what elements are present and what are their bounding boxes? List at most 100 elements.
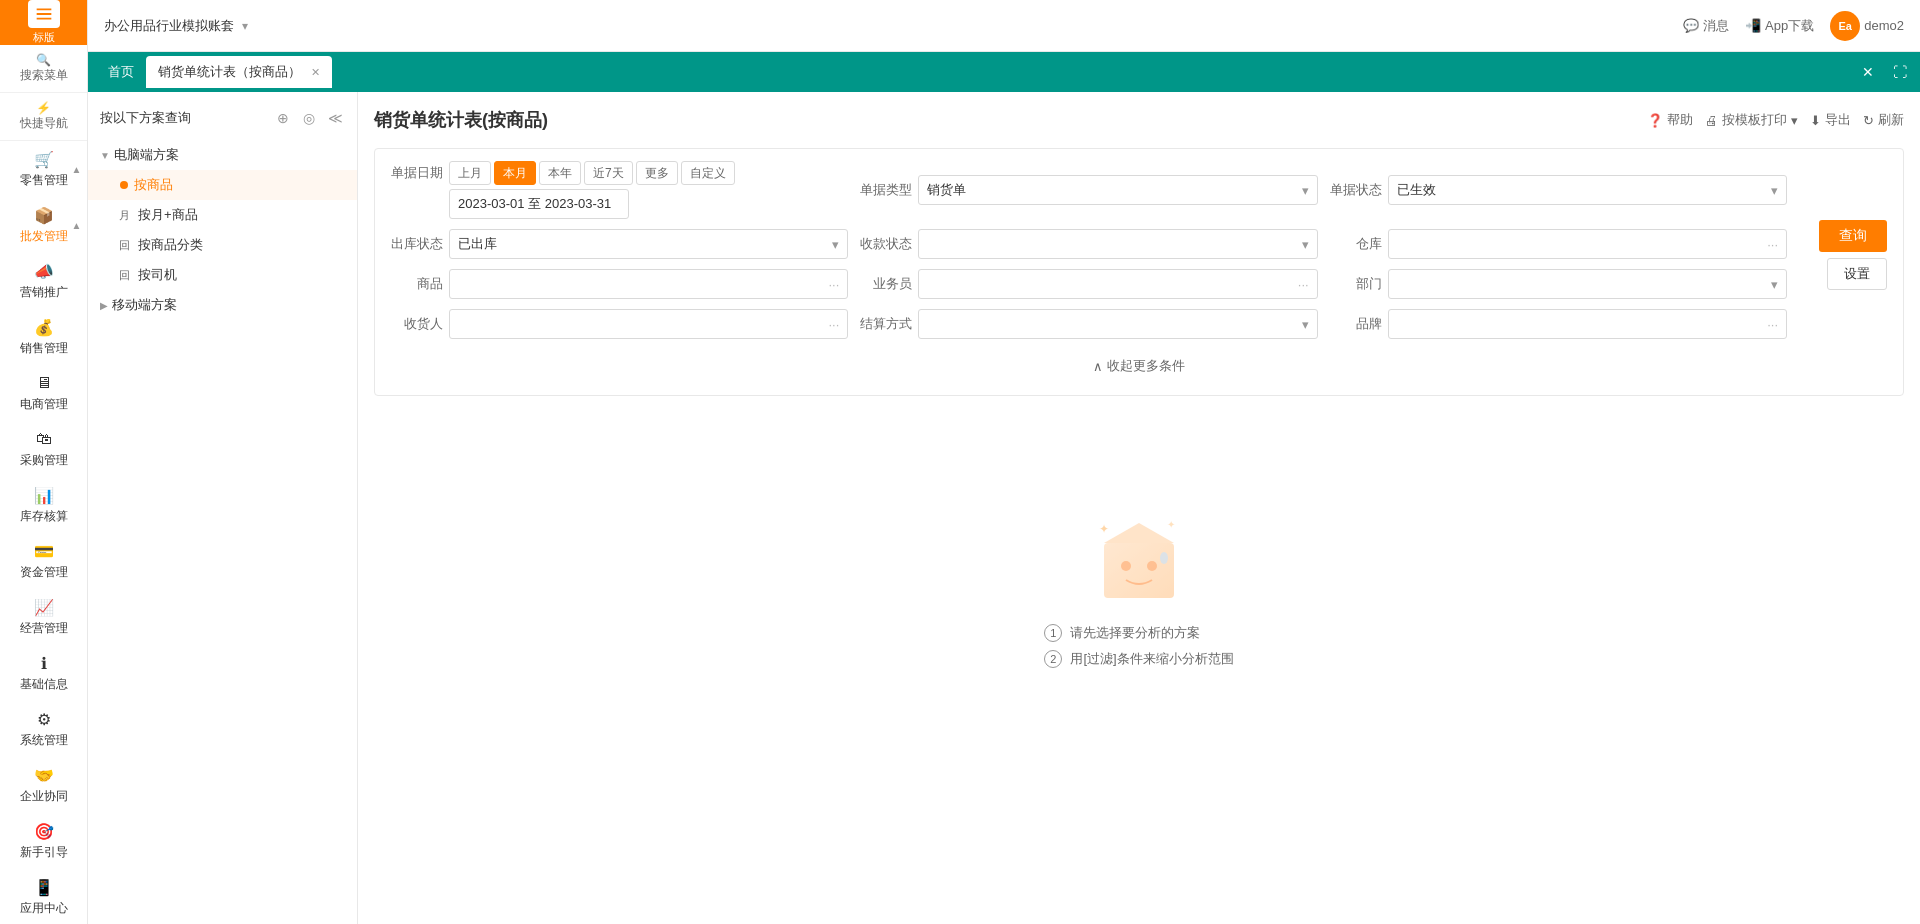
warehouse-label: 仓库 xyxy=(1330,235,1382,253)
tab-controls: ✕ ⛶ xyxy=(1856,60,1912,84)
dept-select[interactable]: ▾ xyxy=(1388,269,1787,299)
tab-bar: 首页 销货单统计表（按商品） ✕ ✕ ⛶ xyxy=(88,52,1920,92)
doc-status-label: 单据状态 xyxy=(1330,181,1382,199)
empty-state-icon: ✦ ✦ xyxy=(1079,488,1199,608)
sidebar-item-operations[interactable]: 📈 经营管理 xyxy=(0,589,88,645)
receipt-status-label: 收款状态 xyxy=(860,235,912,253)
filter-row-3: 商品 ··· 业务员 ··· xyxy=(391,269,1787,299)
receiver-input[interactable]: ··· xyxy=(449,309,848,339)
tree-mobile-section[interactable]: ▶ 移动端方案 xyxy=(88,290,357,320)
export-button[interactable]: ⬇ 导出 xyxy=(1810,111,1851,129)
sidebar-item-enterprise[interactable]: 🤝 企业协同 xyxy=(0,757,88,813)
sidebar-item-wholesale[interactable]: 📦 批发管理 ▲ xyxy=(0,197,88,253)
filter-fields: 单据日期 上月 本月 本年 近7天 更多 自定义 xyxy=(391,161,1787,349)
date-cur-month-btn[interactable]: 本月 xyxy=(494,161,536,185)
warehouse-input[interactable]: ··· xyxy=(1388,229,1787,259)
tree-item-by-month-product[interactable]: 月 按月+商品 xyxy=(88,200,357,230)
warehouse-status-select[interactable]: 已出库 ▾ xyxy=(449,229,848,259)
print-button[interactable]: 🖨 按模板打印 ▾ xyxy=(1705,111,1798,129)
svg-text:✦: ✦ xyxy=(1167,519,1175,530)
doc-status-select[interactable]: 已生效 ▾ xyxy=(1388,175,1787,205)
warehouse-dots-icon: ··· xyxy=(1767,237,1778,252)
sidebar-item-sales[interactable]: 💰 销售管理 xyxy=(0,309,88,365)
enterprise-label: 企业协同 xyxy=(20,788,68,805)
marketing-icon: 📣 xyxy=(34,261,54,281)
print-icon: 🖨 xyxy=(1705,113,1718,128)
add-scheme-button[interactable]: ⊕ xyxy=(273,108,293,128)
brand-input[interactable]: ··· xyxy=(1388,309,1787,339)
tab-close-icon[interactable]: ✕ xyxy=(311,66,320,79)
tree-item-by-machine[interactable]: 回 按司机 xyxy=(88,260,357,290)
sidebar-item-search-menu[interactable]: 🔍 搜索菜单 xyxy=(0,45,88,93)
tree-item-by-product[interactable]: 按商品 xyxy=(88,170,357,200)
product-input[interactable]: ··· xyxy=(449,269,848,299)
tree-computer-section[interactable]: ▼ 电脑端方案 xyxy=(88,140,357,170)
sidebar-item-purchase[interactable]: 🛍 采购管理 xyxy=(0,421,88,477)
receiver-field: 收货人 ··· xyxy=(391,309,848,339)
staff-input[interactable]: ··· xyxy=(918,269,1317,299)
retail-icon: 🛒 xyxy=(34,149,54,169)
receiver-label: 收货人 xyxy=(391,315,443,333)
tab-home[interactable]: 首页 xyxy=(96,56,146,88)
user-profile[interactable]: Ea demo2 xyxy=(1830,11,1904,41)
tab-sales-stat[interactable]: 销货单统计表（按商品） ✕ xyxy=(146,56,332,88)
doc-type-arrow-icon: ▾ xyxy=(1302,183,1309,198)
export-label: 导出 xyxy=(1825,111,1851,129)
tab-sales-stat-label: 销货单统计表（按商品） xyxy=(158,63,301,81)
payment-select[interactable]: ▾ xyxy=(918,309,1317,339)
payment-label: 结算方式 xyxy=(860,315,912,333)
sales-label: 销售管理 xyxy=(20,340,68,357)
sidebar-item-inventory[interactable]: 📊 库存核算 xyxy=(0,477,88,533)
date-7days-btn[interactable]: 近7天 xyxy=(584,161,633,185)
settings-scheme-button[interactable]: ◎ xyxy=(299,108,319,128)
app-download-button[interactable]: 📲 App下载 xyxy=(1745,17,1814,35)
tab-fullscreen-button[interactable]: ⛶ xyxy=(1888,60,1912,84)
date-year-btn[interactable]: 本年 xyxy=(539,161,581,185)
brand-dots-icon: ··· xyxy=(1767,317,1778,332)
sidebar-item-base-info[interactable]: ℹ 基础信息 xyxy=(0,645,88,701)
tree-item-by-product-label: 按商品 xyxy=(134,176,173,194)
dept-label: 部门 xyxy=(1330,275,1382,293)
date-more-btn[interactable]: 更多 xyxy=(636,161,678,185)
date-prev-month-btn[interactable]: 上月 xyxy=(449,161,491,185)
left-panel-header: 按以下方案查询 ⊕ ◎ ≪ xyxy=(88,100,357,136)
sidebar-item-ecommerce[interactable]: 🖥 电商管理 xyxy=(0,365,88,421)
svg-point-1 xyxy=(1121,561,1131,571)
collapse-panel-button[interactable]: ≪ xyxy=(325,108,345,128)
sidebar-item-retail[interactable]: 🛒 零售管理 ▲ xyxy=(0,141,88,197)
tab-close-all-button[interactable]: ✕ xyxy=(1856,60,1880,84)
avatar-text: Ea xyxy=(1839,20,1852,32)
search-menu-label: 搜索菜单 xyxy=(20,67,68,84)
msg-button[interactable]: 💬 消息 xyxy=(1683,17,1729,35)
svg-text:✦: ✦ xyxy=(1099,522,1109,536)
print-label: 按模板打印 xyxy=(1722,111,1787,129)
warehouse-field: 仓库 ··· xyxy=(1330,229,1787,259)
sidebar-item-guide[interactable]: 🎯 新手引导 xyxy=(0,813,88,869)
sidebar-item-app-center[interactable]: 📱 应用中心 xyxy=(0,869,88,924)
date-custom-btn[interactable]: 自定义 xyxy=(681,161,735,185)
sidebar-item-system[interactable]: ⚙ 系统管理 xyxy=(0,701,88,757)
sidebar-item-quick-nav[interactable]: ⚡ 快捷导航 xyxy=(0,93,88,141)
sidebar-item-finance[interactable]: 💳 资金管理 xyxy=(0,533,88,589)
receipt-status-select[interactable]: ▾ xyxy=(918,229,1317,259)
query-button[interactable]: 查询 xyxy=(1819,220,1887,252)
collapse-more-button[interactable]: ∧ 收起更多条件 xyxy=(391,349,1887,383)
tree-mobile-label: 移动端方案 xyxy=(112,296,177,314)
guide-label: 新手引导 xyxy=(20,844,68,861)
doc-type-select[interactable]: 销货单 ▾ xyxy=(918,175,1317,205)
tree-item-dot-icon xyxy=(120,181,128,189)
refresh-icon: ↻ xyxy=(1863,113,1874,128)
settings-button[interactable]: 设置 xyxy=(1827,258,1887,290)
tree-item-by-category[interactable]: 回 按商品分类 xyxy=(88,230,357,260)
search-menu-icon: 🔍 xyxy=(36,53,51,67)
product-field: 商品 ··· xyxy=(391,269,848,299)
quick-nav-label: 快捷导航 xyxy=(20,115,68,132)
help-button[interactable]: ❓ 帮助 xyxy=(1647,111,1693,129)
sidebar-item-marketing[interactable]: 📣 营销推广 xyxy=(0,253,88,309)
main-area: 办公用品行业模拟账套 ▾ 💬 消息 📲 App下载 Ea demo2 首页 xyxy=(88,0,1920,924)
receipt-status-field: 收款状态 ▾ xyxy=(860,229,1317,259)
date-range-input[interactable]: 2023-03-01 至 2023-03-31 xyxy=(449,189,629,219)
header-dropdown-icon[interactable]: ▾ xyxy=(242,19,248,33)
system-icon: ⚙ xyxy=(34,709,54,729)
refresh-button[interactable]: ↻ 刷新 xyxy=(1863,111,1904,129)
